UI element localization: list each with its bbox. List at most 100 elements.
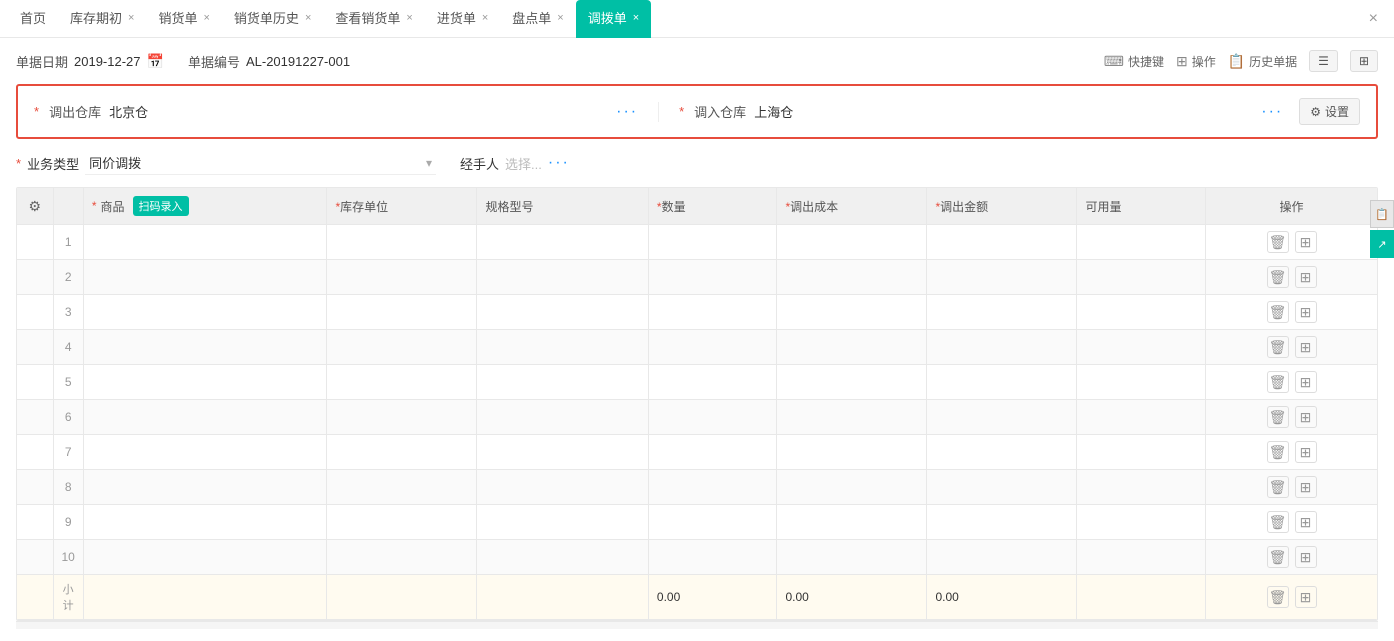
handler-more-btn[interactable]: ··· [548, 154, 570, 172]
row-available-cell[interactable] [1077, 260, 1206, 295]
calendar-icon[interactable]: 📅 [147, 53, 164, 70]
row-qty-cell[interactable] [648, 400, 777, 435]
row-amount-cell[interactable] [927, 540, 1077, 575]
row-delete-icon[interactable]: 🗑 [1267, 546, 1289, 568]
row-unit-cell[interactable] [327, 435, 477, 470]
row-copy-icon[interactable]: ⊞ [1295, 266, 1317, 288]
row-copy-icon[interactable]: ⊞ [1295, 546, 1317, 568]
row-copy-icon[interactable]: ⊞ [1295, 301, 1317, 323]
row-available-cell[interactable] [1077, 365, 1206, 400]
row-unit-cell[interactable] [327, 330, 477, 365]
row-amount-cell[interactable] [927, 260, 1077, 295]
row-amount-cell[interactable] [927, 505, 1077, 540]
tab-sales-order[interactable]: 销货单 × [146, 0, 221, 38]
row-copy-icon[interactable]: ⊞ [1295, 511, 1317, 533]
warehouse-in-more-btn[interactable]: ··· [1261, 103, 1283, 121]
row-amount-cell[interactable] [927, 330, 1077, 365]
tab-close-sales-order[interactable]: × [203, 12, 209, 24]
row-qty-cell[interactable] [648, 540, 777, 575]
row-available-cell[interactable] [1077, 225, 1206, 260]
tab-close-inventory-init[interactable]: × [128, 12, 134, 24]
row-cost-cell[interactable] [777, 400, 927, 435]
row-available-cell[interactable] [1077, 400, 1206, 435]
horizontal-scrollbar[interactable] [16, 621, 1378, 629]
warehouse-out-value[interactable]: 北京仓 [109, 102, 608, 121]
row-qty-cell[interactable] [648, 295, 777, 330]
row-cost-cell[interactable] [777, 225, 927, 260]
row-copy-icon[interactable]: ⊞ [1295, 371, 1317, 393]
tab-inventory-init[interactable]: 库存期初 × [58, 0, 146, 38]
tab-home[interactable]: 首页 [8, 0, 58, 38]
row-unit-cell[interactable] [327, 400, 477, 435]
row-available-cell[interactable] [1077, 295, 1206, 330]
history-btn[interactable]: 📋 历史单据 [1228, 53, 1297, 70]
tab-sales-history[interactable]: 销货单历史 × [222, 0, 323, 38]
row-available-cell[interactable] [1077, 505, 1206, 540]
row-available-cell[interactable] [1077, 470, 1206, 505]
row-delete-icon[interactable]: 🗑 [1267, 406, 1289, 428]
warehouse-out-more-btn[interactable]: ··· [616, 103, 638, 121]
row-product-cell[interactable] [83, 400, 327, 435]
right-panel-note-btn[interactable]: 📋 [1370, 200, 1394, 228]
row-copy-icon[interactable]: ⊞ [1295, 476, 1317, 498]
row-product-cell[interactable] [83, 365, 327, 400]
row-unit-cell[interactable] [327, 260, 477, 295]
row-product-cell[interactable] [83, 295, 327, 330]
row-qty-cell[interactable] [648, 330, 777, 365]
row-unit-cell[interactable] [327, 470, 477, 505]
handler-input[interactable]: 选择... [505, 154, 542, 173]
tab-close-inventory-count[interactable]: × [557, 12, 563, 24]
shortcuts-btn[interactable]: ⌨ 快捷键 [1104, 53, 1164, 70]
row-available-cell[interactable] [1077, 540, 1206, 575]
row-spec-cell[interactable] [477, 470, 648, 505]
row-product-cell[interactable] [83, 330, 327, 365]
subtotal-delete-icon[interactable]: 🗑 [1267, 586, 1289, 608]
tab-transfer[interactable]: 调拨单 × [576, 0, 651, 38]
row-qty-cell[interactable] [648, 470, 777, 505]
row-qty-cell[interactable] [648, 505, 777, 540]
row-unit-cell[interactable] [327, 225, 477, 260]
tab-close-view-sales[interactable]: × [406, 12, 412, 24]
layout-btn-1[interactable]: ☰ [1309, 50, 1338, 72]
row-unit-cell[interactable] [327, 365, 477, 400]
business-type-select[interactable]: 同价调拨 ▾ [85, 151, 436, 175]
warehouse-in-value[interactable]: 上海仓 [754, 102, 1253, 121]
tab-close-sales-history[interactable]: × [305, 12, 311, 24]
row-product-cell[interactable] [83, 540, 327, 575]
row-available-cell[interactable] [1077, 330, 1206, 365]
row-delete-icon[interactable]: 🗑 [1267, 231, 1289, 253]
right-panel-export-btn[interactable]: ↗ [1370, 230, 1394, 258]
row-amount-cell[interactable] [927, 400, 1077, 435]
row-delete-icon[interactable]: 🗑 [1267, 476, 1289, 498]
row-amount-cell[interactable] [927, 365, 1077, 400]
th-gear[interactable]: ⚙ [17, 188, 53, 225]
row-copy-icon[interactable]: ⊞ [1295, 336, 1317, 358]
row-available-cell[interactable] [1077, 435, 1206, 470]
row-cost-cell[interactable] [777, 470, 927, 505]
tab-view-sales[interactable]: 查看销货单 × [323, 0, 424, 38]
row-spec-cell[interactable] [477, 400, 648, 435]
row-delete-icon[interactable]: 🗑 [1267, 441, 1289, 463]
row-cost-cell[interactable] [777, 365, 927, 400]
warehouse-setting-btn[interactable]: ⚙ 设置 [1299, 98, 1360, 125]
tab-close-transfer[interactable]: × [633, 12, 639, 24]
row-delete-icon[interactable]: 🗑 [1267, 336, 1289, 358]
row-qty-cell[interactable] [648, 225, 777, 260]
row-cost-cell[interactable] [777, 435, 927, 470]
row-delete-icon[interactable]: 🗑 [1267, 301, 1289, 323]
row-spec-cell[interactable] [477, 295, 648, 330]
row-qty-cell[interactable] [648, 365, 777, 400]
row-amount-cell[interactable] [927, 435, 1077, 470]
row-amount-cell[interactable] [927, 295, 1077, 330]
row-amount-cell[interactable] [927, 225, 1077, 260]
row-copy-icon[interactable]: ⊞ [1295, 231, 1317, 253]
row-product-cell[interactable] [83, 435, 327, 470]
row-product-cell[interactable] [83, 470, 327, 505]
row-spec-cell[interactable] [477, 330, 648, 365]
subtotal-copy-icon[interactable]: ⊞ [1295, 586, 1317, 608]
tab-inventory-count[interactable]: 盘点单 × [500, 0, 575, 38]
window-close-btn[interactable]: × [1361, 10, 1386, 28]
row-cost-cell[interactable] [777, 295, 927, 330]
row-unit-cell[interactable] [327, 295, 477, 330]
row-spec-cell[interactable] [477, 540, 648, 575]
